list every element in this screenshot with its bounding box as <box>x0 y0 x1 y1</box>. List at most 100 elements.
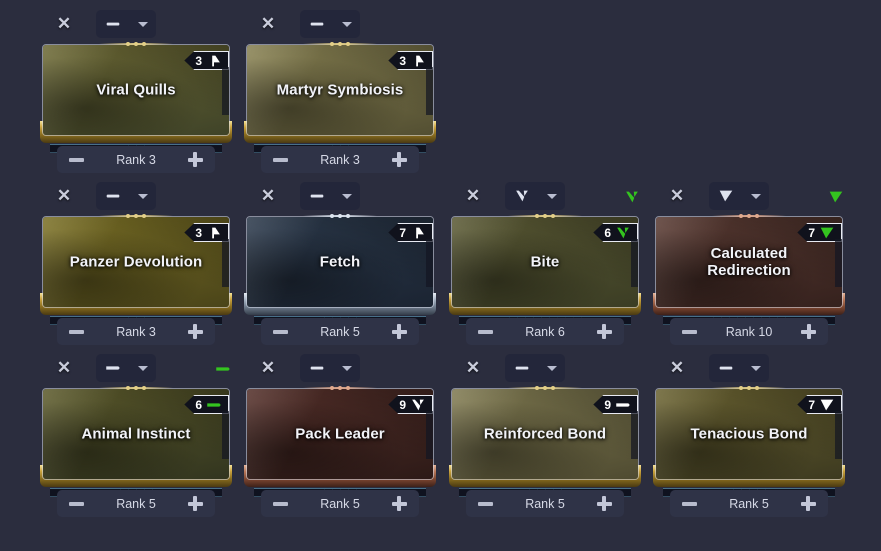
rank-decrease-button[interactable] <box>478 329 493 334</box>
mod-cost-value: 7 <box>808 225 815 240</box>
rank-label: Rank 5 <box>729 496 769 511</box>
rank-decrease-button[interactable] <box>682 329 697 334</box>
rank-decrease-button[interactable] <box>273 157 288 162</box>
mod-card-body: Reinforced Bond 9 <box>451 388 639 480</box>
mod-slot: ✕ Fetch 7 Rank 5 <box>242 180 438 345</box>
rank-increase-button[interactable] <box>391 324 407 339</box>
mod-cost-value: 9 <box>604 397 611 412</box>
mod-card-crest <box>99 384 173 392</box>
rank-label: Rank 5 <box>116 496 156 511</box>
remove-mod-button[interactable]: ✕ <box>463 186 483 206</box>
rank-decrease-button[interactable] <box>69 501 84 506</box>
mod-grid: ✕ Viral Quills 3 Rank 3 ✕ Martyr Symbiosis 3 Ra… <box>0 0 881 551</box>
rank-increase-button[interactable] <box>187 152 203 167</box>
polarity-none-icon <box>104 17 122 31</box>
remove-mod-button[interactable]: ✕ <box>258 14 278 34</box>
mod-cost-value: 9 <box>399 397 406 412</box>
chevron-down-icon <box>751 365 761 371</box>
mod-card[interactable]: Bite 6 <box>449 214 641 334</box>
mod-slot: ✕ Tenacious Bond 7 Rank 5 <box>651 352 847 517</box>
rank-stepper[interactable]: Rank 3 <box>57 318 215 345</box>
polarity-select[interactable] <box>505 354 565 382</box>
chevron-down-icon <box>342 21 352 27</box>
remove-mod-button[interactable]: ✕ <box>258 186 278 206</box>
cost-polarity-madurai-icon <box>409 54 427 68</box>
rank-decrease-button[interactable] <box>69 157 84 162</box>
rank-stepper[interactable]: Rank 10 <box>670 318 828 345</box>
mod-card[interactable]: Pack Leader 9 <box>244 386 436 506</box>
mod-card-crest <box>508 384 582 392</box>
mod-card[interactable]: Fetch 7 <box>244 214 436 334</box>
mod-cost-value: 7 <box>808 397 815 412</box>
polarity-select[interactable] <box>300 182 360 210</box>
mod-card-body: Martyr Symbiosis 3 <box>246 44 434 136</box>
mod-slot-header: ✕ <box>38 8 234 44</box>
mod-name: Reinforced Bond <box>483 425 607 443</box>
mod-card[interactable]: Tenacious Bond 7 <box>653 386 845 506</box>
rank-decrease-button[interactable] <box>682 501 697 506</box>
mod-name: Martyr Symbiosis <box>276 81 404 99</box>
polarity-select[interactable] <box>96 182 156 210</box>
rank-stepper[interactable]: Rank 5 <box>57 490 215 517</box>
rank-stepper[interactable]: Rank 6 <box>466 318 624 345</box>
mod-card-body: Panzer Devolution 3 <box>42 216 230 308</box>
remove-mod-button[interactable]: ✕ <box>54 358 74 378</box>
rank-decrease-button[interactable] <box>273 501 288 506</box>
mod-card-body: Fetch 7 <box>246 216 434 308</box>
rank-increase-button[interactable] <box>596 496 612 511</box>
mod-slot-header: ✕ <box>38 352 234 388</box>
rank-stepper[interactable]: Rank 3 <box>261 146 419 173</box>
mod-card[interactable]: Reinforced Bond 9 <box>449 386 641 506</box>
mod-card-crest <box>303 40 377 48</box>
remove-mod-button[interactable]: ✕ <box>54 186 74 206</box>
rank-decrease-button[interactable] <box>69 329 84 334</box>
remove-mod-button[interactable]: ✕ <box>667 358 687 378</box>
mod-card[interactable]: Viral Quills 3 <box>40 42 232 162</box>
polarity-select[interactable] <box>300 354 360 382</box>
rank-decrease-button[interactable] <box>273 329 288 334</box>
cost-polarity-madurai-icon <box>409 226 427 240</box>
mod-slot-header: ✕ <box>242 180 438 216</box>
chevron-down-icon <box>547 365 557 371</box>
mod-slot: ✕ Pack Leader 9 Rank 5 <box>242 352 438 517</box>
mod-card[interactable]: Calculated Redirection 7 <box>653 214 845 334</box>
polarity-none-icon <box>717 361 735 375</box>
mod-card[interactable]: Panzer Devolution 3 <box>40 214 232 334</box>
polarity-select[interactable] <box>505 182 565 210</box>
remove-mod-button[interactable]: ✕ <box>258 358 278 378</box>
rank-stepper[interactable]: Rank 3 <box>57 146 215 173</box>
rank-stepper[interactable]: Rank 5 <box>261 490 419 517</box>
mod-card[interactable]: Martyr Symbiosis 3 <box>244 42 436 162</box>
cost-polarity-madurai-icon <box>205 54 223 68</box>
mod-slot-header: ✕ <box>447 352 643 388</box>
remove-mod-button[interactable]: ✕ <box>667 186 687 206</box>
polarity-select[interactable] <box>709 182 769 210</box>
mod-slot-header: ✕ <box>242 352 438 388</box>
rank-label: Rank 5 <box>320 496 360 511</box>
rank-stepper[interactable]: Rank 5 <box>670 490 828 517</box>
cost-polarity-naramon-icon <box>614 226 632 240</box>
rank-increase-button[interactable] <box>596 324 612 339</box>
rank-increase-button[interactable] <box>187 496 203 511</box>
rank-increase-button[interactable] <box>800 496 816 511</box>
mod-card-body: Viral Quills 3 <box>42 44 230 136</box>
rank-increase-button[interactable] <box>391 152 407 167</box>
polarity-select[interactable] <box>300 10 360 38</box>
remove-mod-button[interactable]: ✕ <box>463 358 483 378</box>
mod-slot: ✕ Reinforced Bond 9 Rank 5 <box>447 352 643 517</box>
mod-card-body: Pack Leader 9 <box>246 388 434 480</box>
polarity-select[interactable] <box>96 10 156 38</box>
polarity-select[interactable] <box>96 354 156 382</box>
remove-mod-button[interactable]: ✕ <box>54 14 74 34</box>
rank-increase-button[interactable] <box>391 496 407 511</box>
rank-increase-button[interactable] <box>801 324 816 339</box>
mod-cost-value: 3 <box>399 53 406 68</box>
polarity-select[interactable] <box>709 354 769 382</box>
mod-name: Fetch <box>319 253 361 271</box>
rank-increase-button[interactable] <box>187 324 203 339</box>
rank-stepper[interactable]: Rank 5 <box>261 318 419 345</box>
rank-stepper[interactable]: Rank 5 <box>466 490 624 517</box>
rank-decrease-button[interactable] <box>478 501 493 506</box>
mod-card[interactable]: Animal Instinct 6 <box>40 386 232 506</box>
chevron-down-icon <box>547 193 557 199</box>
